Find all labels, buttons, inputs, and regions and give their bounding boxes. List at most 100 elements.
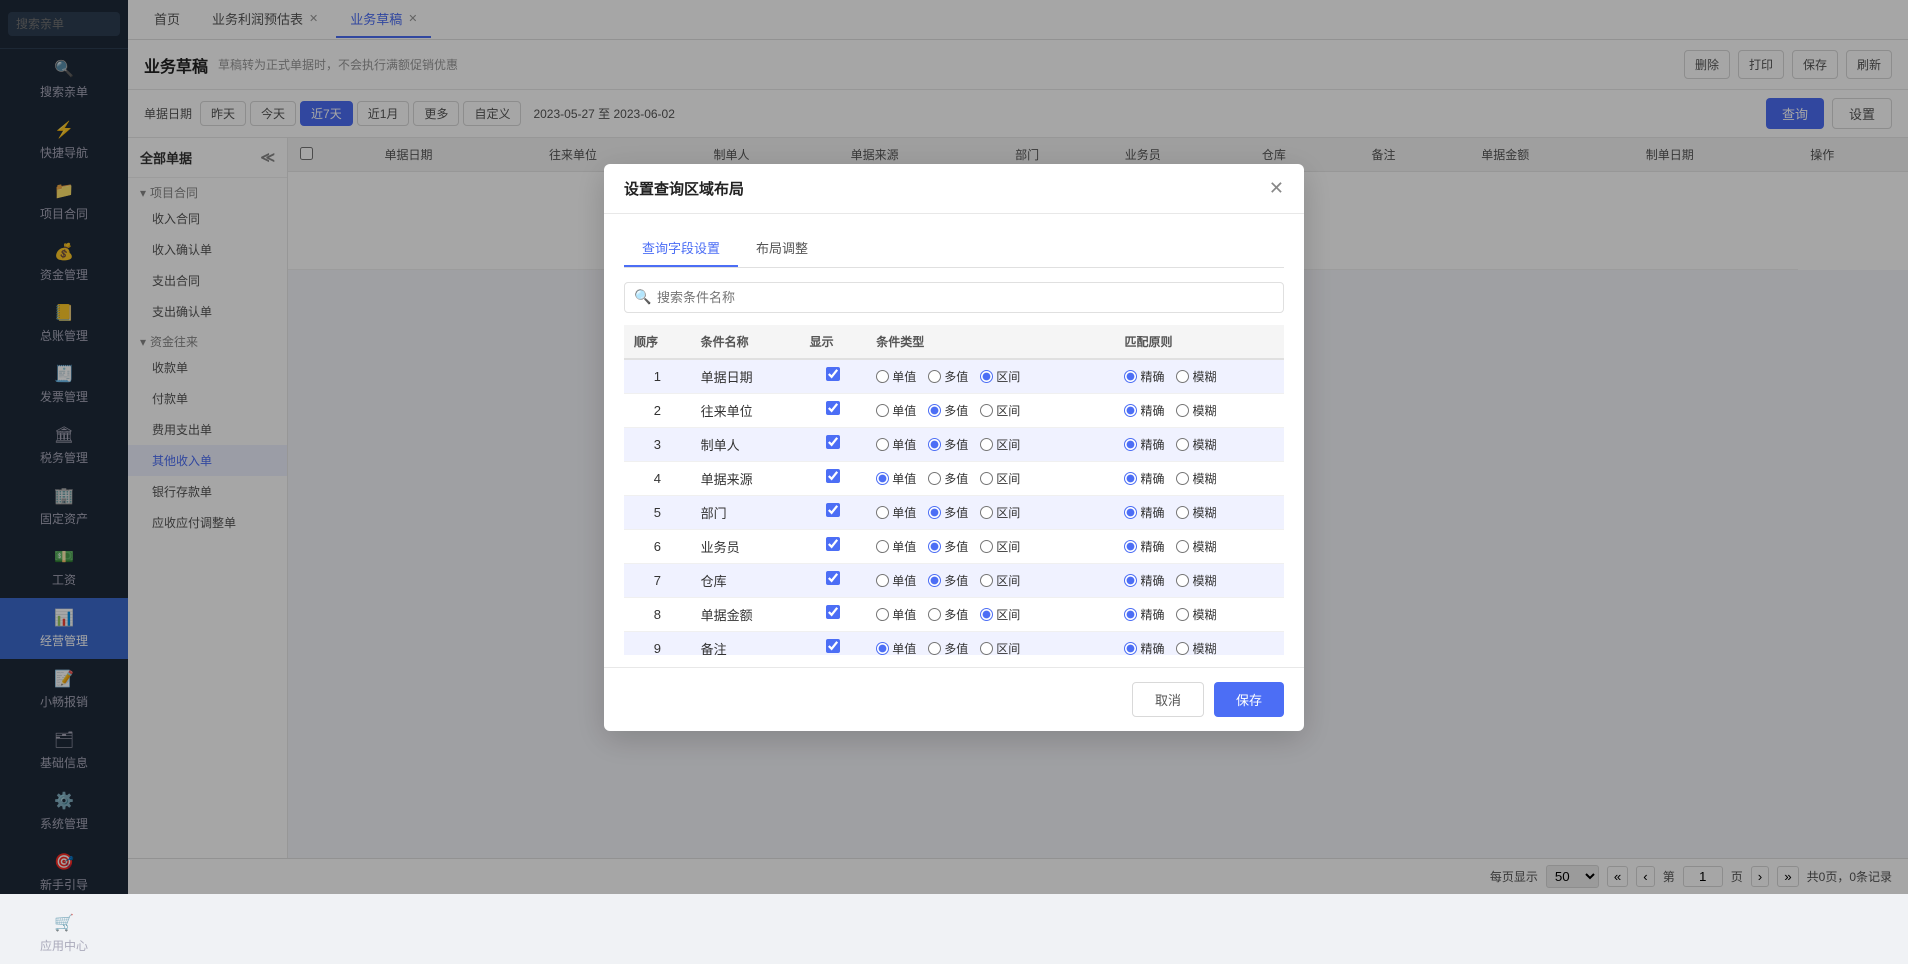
settings-modal: 设置查询区域布局 ✕ 查询字段设置 布局调整 🔍 顺序 条件名称 显示 — [604, 164, 1304, 731]
modal-search-input[interactable] — [624, 282, 1284, 313]
row-order: 3 — [624, 427, 691, 461]
row-match-principle: 精确模糊 — [1114, 495, 1284, 529]
radio-type-区间-6[interactable]: 区间 — [980, 538, 1020, 555]
radio-match-精确-5[interactable]: 精确 — [1124, 504, 1164, 521]
row-show-cell — [800, 394, 867, 422]
radio-type-单值-9[interactable]: 单值 — [876, 640, 916, 655]
radio-type-多值-7[interactable]: 多值 — [928, 572, 968, 589]
sidebar-item-appstore[interactable]: 🛒 应用中心 — [0, 903, 128, 964]
row-condition-name: 仓库 — [691, 563, 800, 597]
radio-match-精确-7[interactable]: 精确 — [1124, 572, 1164, 589]
radio-type-多值-6[interactable]: 多值 — [928, 538, 968, 555]
show-checkbox-4[interactable] — [826, 469, 840, 483]
settings-table-row: 1单据日期单值多值区间精确模糊 — [624, 359, 1284, 394]
radio-type-多值-2[interactable]: 多值 — [928, 402, 968, 419]
radio-type-单值-8[interactable]: 单值 — [876, 606, 916, 623]
show-checkbox-9[interactable] — [826, 639, 840, 653]
radio-match-模糊-7[interactable]: 模糊 — [1176, 572, 1216, 589]
radio-type-单值-4[interactable]: 单值 — [876, 470, 916, 487]
show-checkbox-2[interactable] — [826, 401, 840, 415]
radio-match-模糊-1[interactable]: 模糊 — [1176, 368, 1216, 385]
radio-type-多值-4[interactable]: 多值 — [928, 470, 968, 487]
row-match-principle: 精确模糊 — [1114, 631, 1284, 655]
row-condition-name: 制单人 — [691, 427, 800, 461]
radio-match-模糊-8[interactable]: 模糊 — [1176, 606, 1216, 623]
row-condition-type: 单值多值区间 — [866, 563, 1114, 597]
show-checkbox-8[interactable] — [826, 605, 840, 619]
radio-match-模糊-9[interactable]: 模糊 — [1176, 640, 1216, 655]
col-show: 显示 — [800, 325, 867, 359]
radio-type-区间-7[interactable]: 区间 — [980, 572, 1020, 589]
radio-match-精确-4[interactable]: 精确 — [1124, 470, 1164, 487]
radio-match-模糊-5[interactable]: 模糊 — [1176, 504, 1216, 521]
radio-type-区间-2[interactable]: 区间 — [980, 402, 1020, 419]
col-order: 顺序 — [624, 325, 691, 359]
row-condition-type: 单值多值区间 — [866, 393, 1114, 427]
row-order: 6 — [624, 529, 691, 563]
show-checkbox-6[interactable] — [826, 537, 840, 551]
row-condition-type: 单值多值区间 — [866, 597, 1114, 631]
radio-match-精确-2[interactable]: 精确 — [1124, 402, 1164, 419]
radio-match-模糊-2[interactable]: 模糊 — [1176, 402, 1216, 419]
modal-footer: 取消 保存 — [604, 667, 1304, 731]
cancel-button[interactable]: 取消 — [1132, 682, 1204, 717]
row-condition-type: 单值多值区间 — [866, 495, 1114, 529]
modal-tabs: 查询字段设置 布局调整 — [624, 230, 1284, 268]
radio-type-多值-3[interactable]: 多值 — [928, 436, 968, 453]
radio-type-单值-3[interactable]: 单值 — [876, 436, 916, 453]
modal-save-button[interactable]: 保存 — [1214, 682, 1284, 717]
row-order: 2 — [624, 393, 691, 427]
modal-close-button[interactable]: ✕ — [1269, 179, 1284, 197]
radio-type-多值-8[interactable]: 多值 — [928, 606, 968, 623]
row-condition-name: 部门 — [691, 495, 800, 529]
radio-type-区间-9[interactable]: 区间 — [980, 640, 1020, 655]
row-match-principle: 精确模糊 — [1114, 461, 1284, 495]
radio-type-区间-4[interactable]: 区间 — [980, 470, 1020, 487]
settings-table-row: 8单据金额单值多值区间精确模糊 — [624, 597, 1284, 631]
radio-type-单值-2[interactable]: 单值 — [876, 402, 916, 419]
row-condition-name: 单据来源 — [691, 461, 800, 495]
row-order: 4 — [624, 461, 691, 495]
radio-match-精确-3[interactable]: 精确 — [1124, 436, 1164, 453]
row-show-cell — [800, 462, 867, 490]
radio-type-区间-5[interactable]: 区间 — [980, 504, 1020, 521]
settings-table-row: 9备注 单值多值区间 精确模糊 — [624, 631, 1284, 655]
tab-layout-adjust[interactable]: 布局调整 — [738, 230, 826, 267]
radio-type-多值-9[interactable]: 多值 — [928, 640, 968, 655]
row-condition-name: 备注 — [691, 631, 800, 655]
radio-match-精确-9[interactable]: 精确 — [1124, 640, 1164, 655]
appstore-icon: 🛒 — [54, 913, 74, 933]
radio-type-单值-5[interactable]: 单值 — [876, 504, 916, 521]
radio-match-模糊-4[interactable]: 模糊 — [1176, 470, 1216, 487]
radio-type-区间-1[interactable]: 区间 — [980, 368, 1020, 385]
show-checkbox-1[interactable] — [826, 367, 840, 381]
radio-match-精确-1[interactable]: 精确 — [1124, 368, 1164, 385]
radio-type-多值-5[interactable]: 多值 — [928, 504, 968, 521]
modal-body: 查询字段设置 布局调整 🔍 顺序 条件名称 显示 条件类型 匹配原则 — [604, 214, 1304, 655]
row-condition-type: 单值多值区间 — [866, 359, 1114, 394]
radio-type-区间-3[interactable]: 区间 — [980, 436, 1020, 453]
modal-title: 设置查询区域布局 — [624, 178, 744, 199]
radio-type-单值-7[interactable]: 单值 — [876, 572, 916, 589]
row-match-principle: 精确模糊 — [1114, 529, 1284, 563]
sidebar-item-label: 应用中心 — [40, 937, 88, 954]
row-order: 9 — [624, 631, 691, 655]
radio-match-模糊-6[interactable]: 模糊 — [1176, 538, 1216, 555]
row-show-cell — [800, 496, 867, 524]
tab-query-fields[interactable]: 查询字段设置 — [624, 230, 738, 267]
row-condition-type: 单值多值区间 — [866, 427, 1114, 461]
show-checkbox-7[interactable] — [826, 571, 840, 585]
show-checkbox-5[interactable] — [826, 503, 840, 517]
radio-type-区间-8[interactable]: 区间 — [980, 606, 1020, 623]
radio-type-多值-1[interactable]: 多值 — [928, 368, 968, 385]
settings-table: 顺序 条件名称 显示 条件类型 匹配原则 1单据日期单值多值区间精确模糊2往来单… — [624, 325, 1284, 655]
row-condition-type: 单值多值区间 — [866, 529, 1114, 563]
col-name: 条件名称 — [691, 325, 800, 359]
radio-match-精确-6[interactable]: 精确 — [1124, 538, 1164, 555]
radio-type-单值-6[interactable]: 单值 — [876, 538, 916, 555]
radio-type-单值-1[interactable]: 单值 — [876, 368, 916, 385]
radio-match-模糊-3[interactable]: 模糊 — [1176, 436, 1216, 453]
show-checkbox-3[interactable] — [826, 435, 840, 449]
row-show-cell — [800, 360, 867, 388]
radio-match-精确-8[interactable]: 精确 — [1124, 606, 1164, 623]
